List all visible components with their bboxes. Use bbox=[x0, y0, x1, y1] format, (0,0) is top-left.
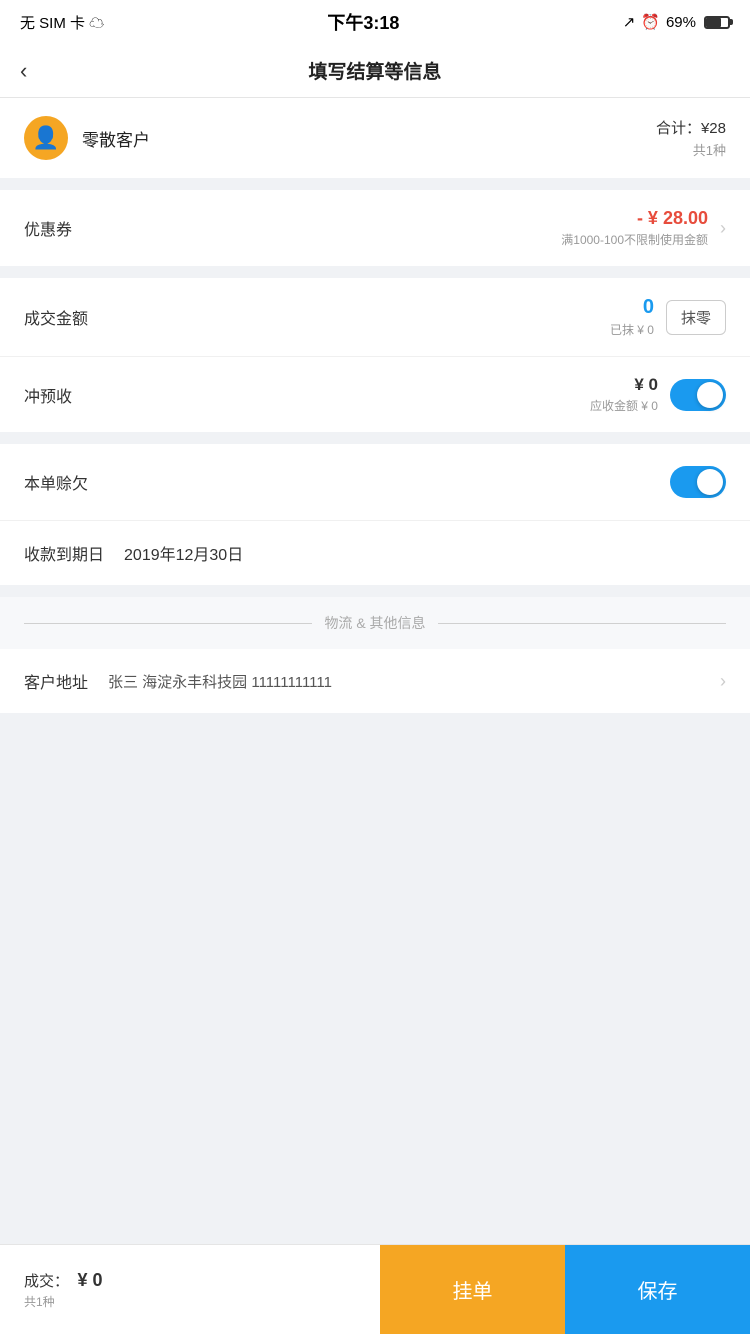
logistics-divider: 物流 & 其他信息 bbox=[0, 597, 750, 649]
bottom-count: 共1种 bbox=[24, 1293, 356, 1310]
status-bar: 无 SIM 卡 ☁ 下午3:18 ↗ ⏰ 69% bbox=[0, 0, 750, 44]
deal-amount-value-group: 0 已抹 ¥ 0 bbox=[610, 296, 654, 338]
alarm-icon: ⏰ bbox=[641, 13, 660, 31]
charge-right: ¥ 0 应收金额 ¥ 0 bbox=[590, 375, 726, 414]
charge-label: 冲预收 bbox=[24, 383, 72, 407]
battery-label: 69% bbox=[666, 14, 696, 31]
charge-value-group: ¥ 0 应收金额 ¥ 0 bbox=[590, 375, 658, 414]
chevron-right-icon: › bbox=[720, 218, 726, 239]
round-zero-button[interactable]: 抹零 bbox=[666, 300, 726, 335]
deal-amount-number: 0 bbox=[610, 296, 654, 319]
bottom-deal-label: 成交： bbox=[24, 1273, 69, 1290]
address-label: 客户地址 bbox=[24, 669, 88, 693]
status-right: ↗ ⏰ 69% bbox=[623, 13, 730, 31]
address-chevron-icon: › bbox=[720, 671, 726, 692]
deal-amount-row: 成交金额 0 已抹 ¥ 0 抹零 bbox=[0, 278, 750, 357]
bottom-deal-amount: ¥ 0 bbox=[77, 1270, 102, 1290]
battery-bar bbox=[704, 16, 730, 29]
bottom-deal-row: 成交： ¥ 0 bbox=[24, 1270, 356, 1291]
logistics-label: 物流 & 其他信息 bbox=[324, 613, 425, 633]
coupon-right: - ¥ 28.00 满1000-100不限制使用金额 › bbox=[561, 208, 726, 248]
bottom-bar: 成交： ¥ 0 共1种 挂单 保存 bbox=[0, 1244, 750, 1334]
back-button[interactable]: ‹ bbox=[20, 58, 27, 84]
total-count: 共1种 bbox=[656, 140, 726, 159]
save-button[interactable]: 保存 bbox=[565, 1245, 750, 1334]
charge-sub: 应收金额 ¥ 0 bbox=[590, 397, 658, 414]
nav-bar: ‹ 填写结算等信息 bbox=[0, 44, 750, 98]
total-amount: 合计：¥28 bbox=[656, 117, 726, 138]
bottom-summary: 成交： ¥ 0 共1种 bbox=[0, 1270, 380, 1310]
coupon-amount: - ¥ 28.00 bbox=[561, 208, 708, 229]
charge-amount: ¥ 0 bbox=[590, 375, 658, 395]
status-left: 无 SIM 卡 ☁ bbox=[20, 12, 104, 33]
customer-row: 👤 零散客户 合计：¥28 共1种 bbox=[0, 98, 750, 178]
toggle-knob bbox=[697, 382, 723, 408]
divider-line-right bbox=[438, 623, 726, 624]
deal-amount-label: 成交金额 bbox=[24, 305, 88, 329]
address-value: 张三 海淀永丰科技园 11111111111 bbox=[108, 671, 720, 692]
address-row[interactable]: 客户地址 张三 海淀永丰科技园 11111111111 › bbox=[0, 649, 750, 713]
avatar: 👤 bbox=[24, 116, 68, 160]
coupon-row[interactable]: 优惠券 - ¥ 28.00 满1000-100不限制使用金额 › bbox=[0, 190, 750, 266]
divider-line-left bbox=[24, 623, 312, 624]
due-date-row: 收款到期日 2019年12月30日 bbox=[0, 520, 750, 585]
coupon-desc: 满1000-100不限制使用金额 bbox=[561, 231, 708, 248]
pending-button[interactable]: 挂单 bbox=[380, 1245, 565, 1334]
deal-amount-sub: 已抹 ¥ 0 bbox=[610, 321, 654, 338]
coupon-value: - ¥ 28.00 满1000-100不限制使用金额 bbox=[561, 208, 708, 248]
debit-section: 本单赊欠 收款到期日 2019年12月30日 bbox=[0, 444, 750, 585]
no-sim-label: 无 SIM 卡 ☁ bbox=[20, 12, 104, 33]
debit-label: 本单赊欠 bbox=[24, 470, 88, 494]
status-time: 下午3:18 bbox=[327, 9, 399, 35]
coupon-label: 优惠券 bbox=[24, 216, 72, 240]
customer-info: 👤 零散客户 bbox=[24, 116, 150, 160]
debit-toggle[interactable] bbox=[670, 466, 726, 498]
due-date-label: 收款到期日 bbox=[24, 541, 104, 565]
deal-amount-right: 0 已抹 ¥ 0 抹零 bbox=[610, 296, 726, 338]
debit-toggle-knob bbox=[697, 469, 723, 495]
address-section: 客户地址 张三 海淀永丰科技园 11111111111 › bbox=[0, 649, 750, 713]
customer-name: 零散客户 bbox=[82, 126, 150, 151]
due-date-value: 2019年12月30日 bbox=[124, 541, 243, 565]
avatar-icon: 👤 bbox=[32, 125, 59, 151]
deal-charge-section: 成交金额 0 已抹 ¥ 0 抹零 冲预收 ¥ 0 应收金额 ¥ 0 bbox=[0, 278, 750, 432]
main-content: 👤 零散客户 合计：¥28 共1种 优惠券 - ¥ 28.00 满1000-10… bbox=[0, 98, 750, 815]
battery-fill bbox=[706, 18, 721, 27]
customer-total: 合计：¥28 共1种 bbox=[656, 117, 726, 159]
charge-toggle[interactable] bbox=[670, 379, 726, 411]
page-title: 填写结算等信息 bbox=[308, 57, 441, 84]
debit-row: 本单赊欠 bbox=[0, 444, 750, 520]
charge-row: 冲预收 ¥ 0 应收金额 ¥ 0 bbox=[0, 357, 750, 432]
location-icon: ↗ bbox=[623, 13, 636, 31]
coupon-section: 优惠券 - ¥ 28.00 满1000-100不限制使用金额 › bbox=[0, 190, 750, 266]
